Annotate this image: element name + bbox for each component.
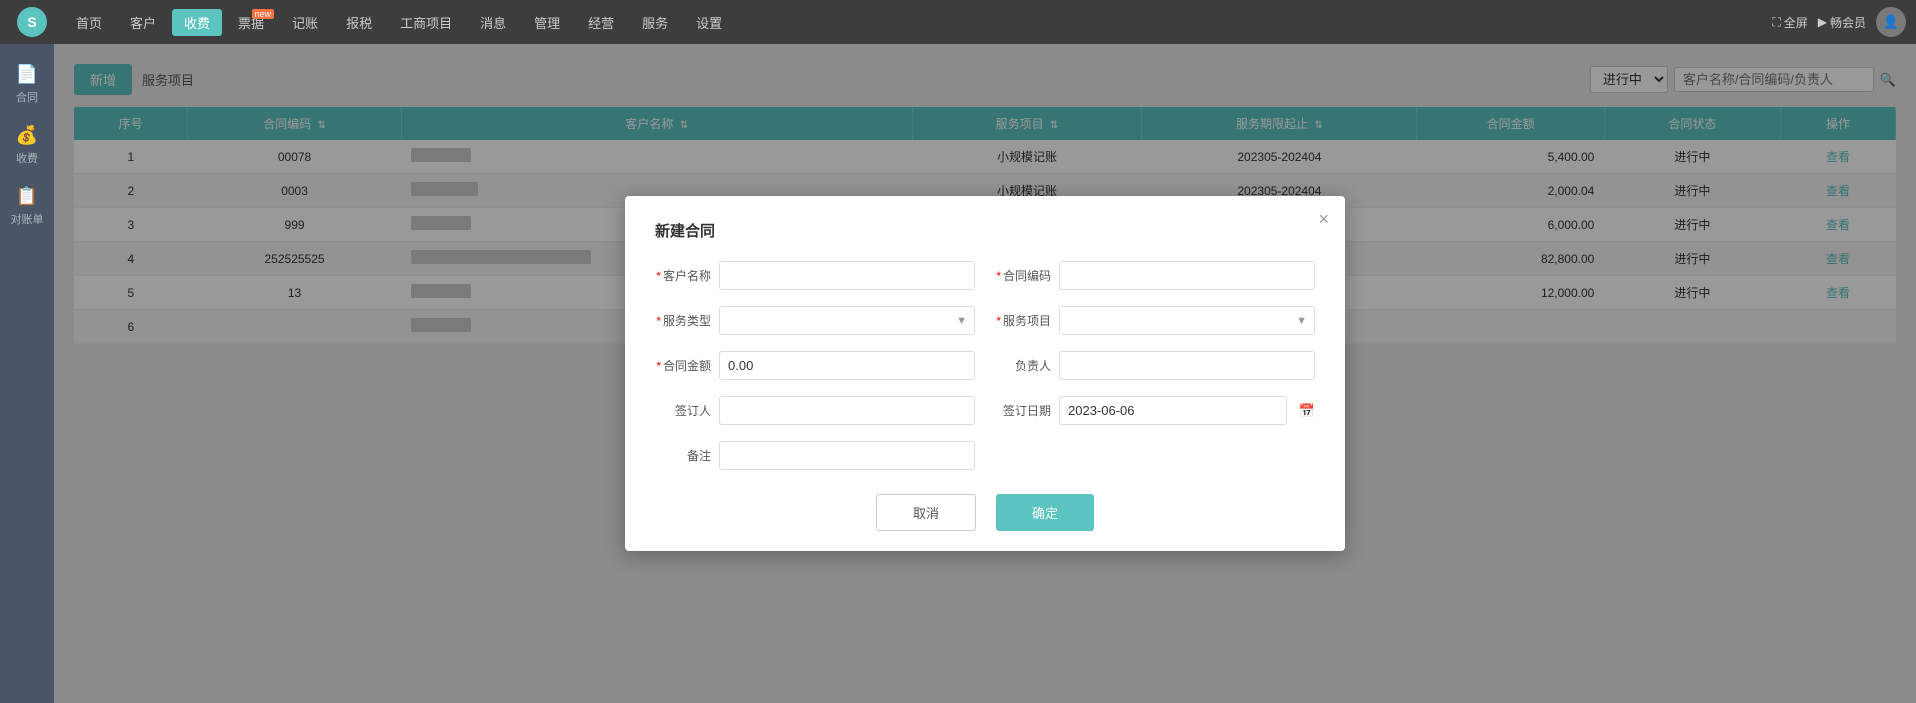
sidebar-item-contract[interactable]: 📄 合同 xyxy=(0,54,54,115)
nav-items: 首页 客户 收费 票据 new 记账 报税 工商项目 消息 管理 经营 服务 设… xyxy=(54,9,1772,36)
nav-manage[interactable]: 管理 xyxy=(522,9,572,36)
service-type-field: *服务类型 ▼ xyxy=(655,306,975,335)
confirm-button[interactable]: 确定 xyxy=(996,494,1094,531)
nav-fee[interactable]: 收费 xyxy=(172,9,222,36)
modal-footer: 取消 确定 xyxy=(655,494,1315,531)
form-row-2: *服务类型 ▼ *服务项目 ▼ xyxy=(655,306,1315,335)
sidebar: 📄 合同 💰 收费 📋 对账单 xyxy=(0,44,54,703)
sidebar-item-fee[interactable]: 💰 收费 xyxy=(0,115,54,176)
member-btn[interactable]: ▶ 畅会员 xyxy=(1818,14,1866,31)
remark-input[interactable] xyxy=(719,441,975,470)
contract-code-input[interactable] xyxy=(1059,261,1315,290)
user-avatar[interactable]: 👤 xyxy=(1876,7,1906,37)
nav-business[interactable]: 工商项目 xyxy=(388,9,464,36)
customer-name-input[interactable] xyxy=(719,261,975,290)
calendar-icon[interactable]: 📅 xyxy=(1299,403,1315,419)
contract-amount-label: *合同金额 xyxy=(655,357,711,374)
fee-icon: 💰 xyxy=(16,125,38,146)
cancel-button[interactable]: 取消 xyxy=(876,494,976,531)
form-row-4: 签订人 签订日期 📅 xyxy=(655,396,1315,425)
remark-field: 备注 xyxy=(655,441,975,470)
fullscreen-icon: ⛶ xyxy=(1772,15,1780,30)
form-row-5: 备注 xyxy=(655,441,1315,470)
service-item-wrapper: ▼ xyxy=(1059,306,1315,335)
modal-overlay: 新建合同 × *客户名称 *合同编码 xyxy=(54,44,1916,703)
contract-icon: 📄 xyxy=(16,64,38,85)
play-icon: ▶ xyxy=(1818,15,1827,29)
nav-right: ⛶ 全屏 ▶ 畅会员 👤 xyxy=(1772,7,1906,37)
signer-input[interactable] xyxy=(719,396,975,425)
remark-label: 备注 xyxy=(655,447,711,464)
customer-name-field: *客户名称 xyxy=(655,261,975,290)
service-item-field: *服务项目 ▼ xyxy=(995,306,1315,335)
new-badge: new xyxy=(252,9,275,19)
assignee-input[interactable] xyxy=(1059,351,1315,380)
logo-icon: S xyxy=(17,7,47,37)
contract-amount-input[interactable] xyxy=(719,351,975,380)
app-logo: S xyxy=(10,0,54,44)
modal-dialog: 新建合同 × *客户名称 *合同编码 xyxy=(625,196,1345,551)
main-layout: 📄 合同 💰 收费 📋 对账单 新增 服务项目 进行中 已完成 已终止 🔍 xyxy=(0,44,1916,703)
service-type-select[interactable] xyxy=(719,306,975,335)
form-row-1: *客户名称 *合同编码 xyxy=(655,261,1315,290)
modal-title: 新建合同 xyxy=(655,220,1315,241)
nav-settings[interactable]: 设置 xyxy=(684,9,734,36)
modal-close-button[interactable]: × xyxy=(1318,210,1329,228)
contract-code-label: *合同编码 xyxy=(995,267,1051,284)
customer-name-label: *客户名称 xyxy=(655,267,711,284)
fullscreen-btn[interactable]: ⛶ 全屏 xyxy=(1772,14,1807,31)
service-type-wrapper: ▼ xyxy=(719,306,975,335)
sign-date-field: 签订日期 📅 xyxy=(995,396,1315,425)
service-type-label: *服务类型 xyxy=(655,312,711,329)
assignee-label: 负责人 xyxy=(995,357,1051,374)
reconciliation-icon: 📋 xyxy=(16,186,38,207)
assignee-field: 负责人 xyxy=(995,351,1315,380)
contract-code-field: *合同编码 xyxy=(995,261,1315,290)
nav-operation[interactable]: 经营 xyxy=(576,9,626,36)
form-row-3: *合同金额 负责人 xyxy=(655,351,1315,380)
top-nav: S 首页 客户 收费 票据 new 记账 报税 工商项目 消息 管理 经营 服务… xyxy=(0,0,1916,44)
service-item-select[interactable] xyxy=(1059,306,1315,335)
sign-date-label: 签订日期 xyxy=(995,402,1051,419)
nav-accounting[interactable]: 记账 xyxy=(280,9,330,36)
nav-invoice[interactable]: 票据 new xyxy=(226,9,276,36)
service-item-label: *服务项目 xyxy=(995,312,1051,329)
nav-home[interactable]: 首页 xyxy=(64,9,114,36)
sidebar-item-reconciliation[interactable]: 📋 对账单 xyxy=(0,176,54,237)
contract-amount-field: *合同金额 xyxy=(655,351,975,380)
nav-tax[interactable]: 报税 xyxy=(334,9,384,36)
signer-label: 签订人 xyxy=(655,402,711,419)
nav-service[interactable]: 服务 xyxy=(630,9,680,36)
nav-message[interactable]: 消息 xyxy=(468,9,518,36)
sign-date-input[interactable] xyxy=(1059,396,1287,425)
content-area: 新增 服务项目 进行中 已完成 已终止 🔍 序号 合同编码 xyxy=(54,44,1916,703)
nav-customer[interactable]: 客户 xyxy=(118,9,168,36)
signer-field: 签订人 xyxy=(655,396,975,425)
